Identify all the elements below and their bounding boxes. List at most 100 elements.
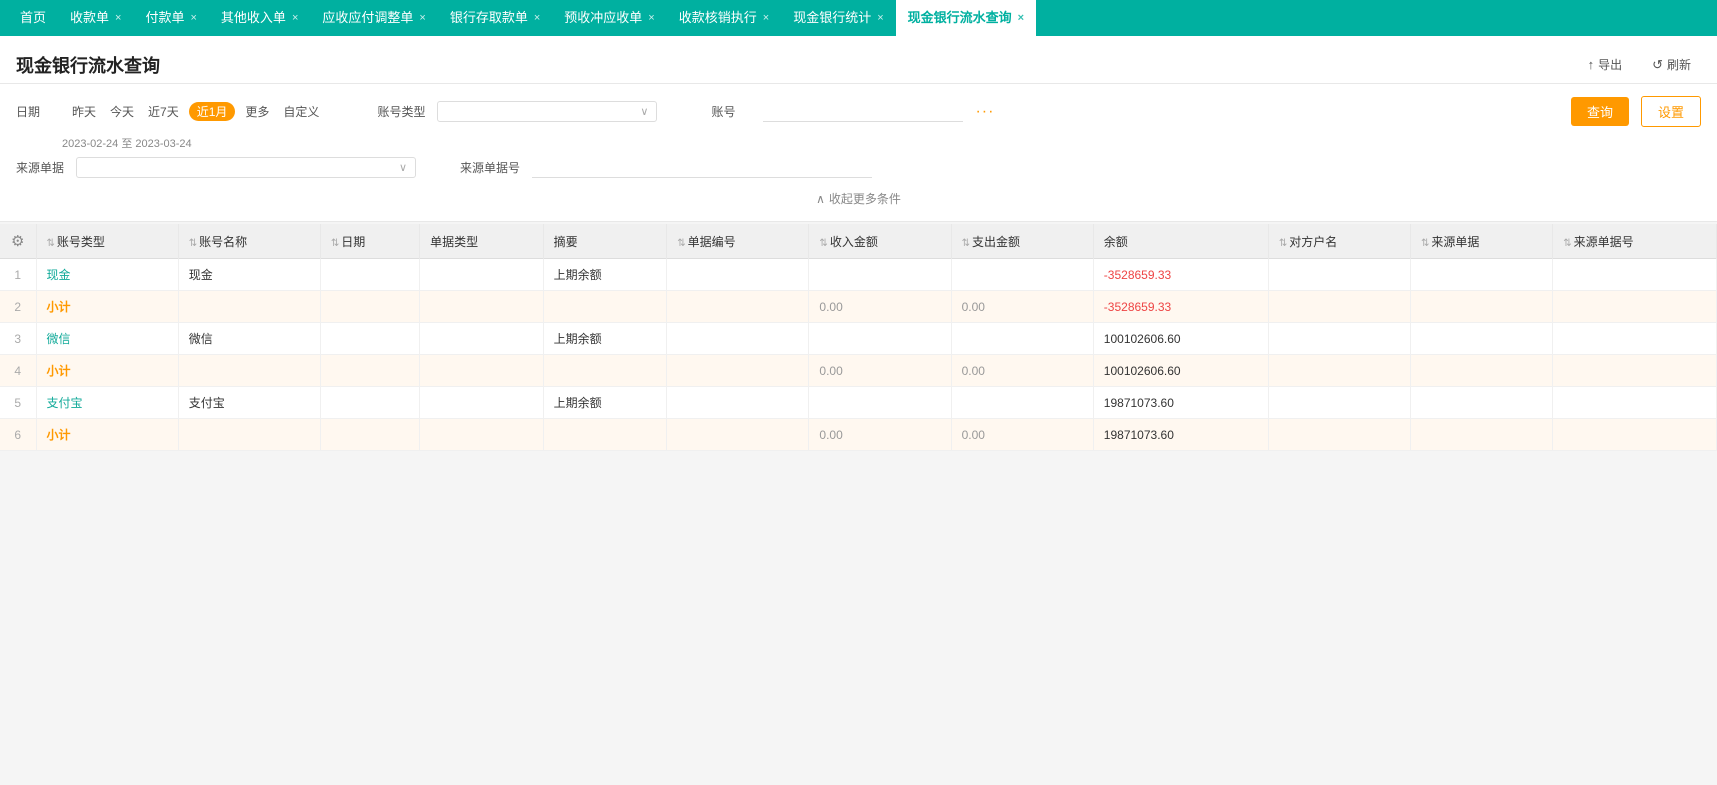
query-button[interactable]: 查询 [1571, 97, 1629, 126]
row-num: 3 [0, 323, 36, 355]
row-type: 小计 [36, 355, 178, 387]
collapse-bar[interactable]: ∧ 收起更多条件 [16, 186, 1701, 213]
export-button[interactable]: ↑ 导出 [1578, 52, 1633, 77]
table-container: ⚙ ⇅账号类型 ⇅账号名称 ⇅日期 单据类型 摘要 ⇅单据编号 [0, 224, 1717, 451]
row-balance: 19871073.60 [1093, 419, 1268, 451]
row-date [320, 323, 419, 355]
sort-icon: ⇅ [1563, 238, 1571, 249]
sort-icon: ⇅ [962, 238, 970, 249]
gear-icon[interactable]: ⚙ [11, 233, 24, 250]
date-yesterday[interactable]: 昨天 [68, 102, 100, 121]
refresh-button[interactable]: ↺ 刷新 [1642, 52, 1701, 77]
row-date [320, 259, 419, 291]
row-balance: 100102606.60 [1093, 323, 1268, 355]
row-party [1268, 259, 1410, 291]
account-input[interactable] [763, 101, 963, 122]
nav-bank-deposit[interactable]: 银行存取款单 × [438, 0, 552, 36]
refresh-icon: ↺ [1652, 57, 1663, 73]
row-num: 5 [0, 387, 36, 419]
date-1month[interactable]: 近1月 [189, 102, 236, 121]
account-dots-button[interactable]: ··· [975, 103, 994, 121]
row-balance: -3528659.33 [1093, 259, 1268, 291]
close-icon[interactable]: × [648, 0, 654, 36]
nav-receipt-exec[interactable]: 收款核销执行 × [667, 0, 781, 36]
nav-home[interactable]: 首页 [8, 0, 58, 36]
row-date [320, 291, 419, 323]
nav-cash-bank-stats[interactable]: 现金银行统计 × [781, 0, 895, 36]
chevron-down-icon: ∨ [640, 105, 648, 118]
table-header-row: ⚙ ⇅账号类型 ⇅账号名称 ⇅日期 单据类型 摘要 ⇅单据编号 [0, 224, 1717, 259]
settings-button[interactable]: 设置 [1641, 96, 1701, 127]
row-source-no [1553, 419, 1717, 451]
row-doc-no [667, 387, 809, 419]
row-expense [951, 387, 1093, 419]
export-icon: ↑ [1588, 57, 1595, 72]
header-actions: ↑ 导出 ↺ 刷新 [1578, 52, 1701, 77]
sort-icon: ⇅ [47, 238, 55, 249]
row-summary: 上期余额 [543, 259, 667, 291]
col-doc-no[interactable]: ⇅单据编号 [667, 224, 809, 259]
page-title: 现金银行流水查询 [16, 52, 160, 78]
nav-cash-bank-flow[interactable]: 现金银行流水查询 × [896, 0, 1036, 36]
close-icon[interactable]: × [763, 0, 769, 36]
row-num: 6 [0, 419, 36, 451]
row-expense: 0.00 [951, 419, 1093, 451]
source-doc-select[interactable]: ∨ [76, 157, 416, 178]
row-doc-type [420, 419, 544, 451]
date-7days[interactable]: 近7天 [144, 102, 183, 121]
row-doc-type [420, 323, 544, 355]
table-row: 6 小计 0.00 0.00 19871073.60 [0, 419, 1717, 451]
nav-payments[interactable]: 付款单 × [133, 0, 208, 36]
row-summary [543, 419, 667, 451]
row-name: 支付宝 [178, 387, 320, 419]
date-custom[interactable]: 自定义 [279, 102, 323, 121]
sort-icon: ⇅ [677, 238, 685, 249]
close-icon[interactable]: × [1018, 0, 1024, 36]
row-source-doc [1411, 355, 1553, 387]
col-summary[interactable]: 摘要 [543, 224, 667, 259]
close-icon[interactable]: × [534, 0, 540, 36]
date-more[interactable]: 更多 [241, 102, 273, 121]
col-date[interactable]: ⇅日期 [320, 224, 419, 259]
collapse-label: 收起更多条件 [829, 190, 901, 207]
row-num: 1 [0, 259, 36, 291]
col-source-doc[interactable]: ⇅来源单据 [1411, 224, 1553, 259]
nav-other-income[interactable]: 其他收入单 × [209, 0, 310, 36]
nav-receipts[interactable]: 收款单 × [58, 0, 133, 36]
row-name: 现金 [178, 259, 320, 291]
col-balance[interactable]: 余额 [1093, 224, 1268, 259]
col-doc-type[interactable]: 单据类型 [420, 224, 544, 259]
close-icon[interactable]: × [419, 0, 425, 36]
row-income [809, 259, 951, 291]
nav-ar-ap-adjust[interactable]: 应收应付调整单 × [310, 0, 437, 36]
row-doc-no [667, 419, 809, 451]
close-icon[interactable]: × [877, 0, 883, 36]
date-shortcuts: 昨天 今天 近7天 近1月 更多 自定义 [68, 102, 323, 121]
col-source-no[interactable]: ⇅来源单据号 [1553, 224, 1717, 259]
close-icon[interactable]: × [115, 0, 121, 36]
row-source-no [1553, 291, 1717, 323]
row-party [1268, 387, 1410, 419]
col-party[interactable]: ⇅对方户名 [1268, 224, 1410, 259]
row-name [178, 291, 320, 323]
col-income[interactable]: ⇅收入金额 [809, 224, 951, 259]
row-date [320, 419, 419, 451]
col-account-type[interactable]: ⇅账号类型 [36, 224, 178, 259]
sort-icon: ⇅ [819, 238, 827, 249]
date-today[interactable]: 今天 [106, 102, 138, 121]
nav-prepay-offset[interactable]: 预收冲应收单 × [552, 0, 666, 36]
col-account-name[interactable]: ⇅账号名称 [178, 224, 320, 259]
col-expense[interactable]: ⇅支出金额 [951, 224, 1093, 259]
row-party [1268, 291, 1410, 323]
page-header: 现金银行流水查询 ↑ 导出 ↺ 刷新 [0, 36, 1717, 84]
row-name: 微信 [178, 323, 320, 355]
close-icon[interactable]: × [190, 0, 196, 36]
col-gear[interactable]: ⚙ [0, 224, 36, 259]
row-doc-type [420, 355, 544, 387]
close-icon[interactable]: × [292, 0, 298, 36]
source-doc-no-input[interactable] [532, 157, 872, 178]
table-row: 5 支付宝 支付宝 上期余额 19871073.60 [0, 387, 1717, 419]
row-doc-no [667, 355, 809, 387]
sort-icon: ⇅ [1421, 238, 1429, 249]
account-type-select[interactable]: ∨ [437, 101, 657, 122]
